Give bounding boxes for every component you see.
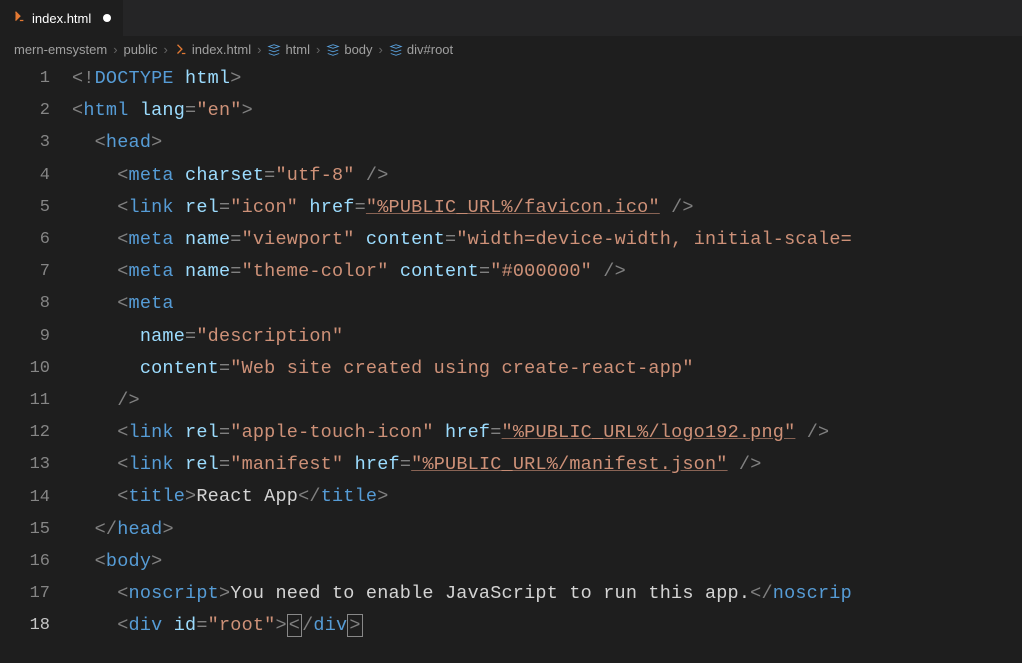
tab-bar: index.html xyxy=(0,0,1022,36)
code-line[interactable]: <link rel="apple-touch-icon" href="%PUBL… xyxy=(72,417,1022,449)
chevron-right-icon: › xyxy=(379,42,383,57)
chevron-right-icon: › xyxy=(113,42,117,57)
line-number: 3 xyxy=(0,127,50,159)
code-line[interactable]: name="description" xyxy=(72,321,1022,353)
line-number: 9 xyxy=(0,321,50,353)
code-line[interactable]: <meta name="viewport" content="width=dev… xyxy=(72,224,1022,256)
breadcrumb-item[interactable]: index.html xyxy=(174,42,251,57)
chevron-right-icon: › xyxy=(316,42,320,57)
breadcrumb-label: index.html xyxy=(192,42,251,57)
line-number: 2 xyxy=(0,95,50,127)
code-line[interactable]: <link rel="icon" href="%PUBLIC_URL%/favi… xyxy=(72,192,1022,224)
symbol-icon xyxy=(326,43,340,57)
code-line[interactable]: /> xyxy=(72,385,1022,417)
symbol-icon xyxy=(389,43,403,57)
breadcrumb-label: div#root xyxy=(407,42,453,57)
line-number: 7 xyxy=(0,256,50,288)
code-line[interactable]: <meta xyxy=(72,288,1022,320)
line-number: 5 xyxy=(0,192,50,224)
tab-label: index.html xyxy=(32,11,91,26)
breadcrumb: mern-emsystem › public › index.html › ht… xyxy=(0,36,1022,63)
line-number-gutter: 123456789101112131415161718 xyxy=(0,63,72,660)
code-line[interactable]: <body> xyxy=(72,546,1022,578)
code-line[interactable]: <html lang="en"> xyxy=(72,95,1022,127)
code-line[interactable]: </head> xyxy=(72,514,1022,546)
line-number: 10 xyxy=(0,353,50,385)
code-line[interactable]: content="Web site created using create-r… xyxy=(72,353,1022,385)
line-number: 14 xyxy=(0,482,50,514)
breadcrumb-item[interactable]: body xyxy=(326,42,372,57)
line-number: 6 xyxy=(0,224,50,256)
line-number: 8 xyxy=(0,288,50,320)
breadcrumb-label: public xyxy=(124,42,158,57)
line-number: 12 xyxy=(0,417,50,449)
breadcrumb-item[interactable]: mern-emsystem xyxy=(14,42,107,57)
line-number: 1 xyxy=(0,63,50,95)
symbol-icon xyxy=(267,43,281,57)
line-number: 11 xyxy=(0,385,50,417)
code-editor[interactable]: 123456789101112131415161718 <!DOCTYPE ht… xyxy=(0,63,1022,660)
code-line[interactable]: <head> xyxy=(72,127,1022,159)
breadcrumb-item[interactable]: html xyxy=(267,42,310,57)
code-line[interactable]: <!DOCTYPE html> xyxy=(72,63,1022,95)
dirty-indicator-icon xyxy=(103,14,111,22)
code-line[interactable]: <meta charset="utf-8" /> xyxy=(72,160,1022,192)
code-line[interactable]: <link rel="manifest" href="%PUBLIC_URL%/… xyxy=(72,449,1022,481)
breadcrumb-label: body xyxy=(344,42,372,57)
chevron-right-icon: › xyxy=(257,42,261,57)
line-number: 15 xyxy=(0,514,50,546)
code-line[interactable]: <noscript>You need to enable JavaScript … xyxy=(72,578,1022,610)
breadcrumb-label: mern-emsystem xyxy=(14,42,107,57)
line-number: 17 xyxy=(0,578,50,610)
code-line[interactable]: <meta name="theme-color" content="#00000… xyxy=(72,256,1022,288)
tab-index-html[interactable]: index.html xyxy=(0,0,124,36)
code-content[interactable]: <!DOCTYPE html><html lang="en"> <head> <… xyxy=(72,63,1022,660)
line-number: 13 xyxy=(0,449,50,481)
code-line[interactable]: <div id="root"></div> xyxy=(72,610,1022,642)
chevron-right-icon: › xyxy=(164,42,168,57)
file-html-icon xyxy=(12,10,26,27)
breadcrumb-item[interactable]: public xyxy=(124,42,158,57)
code-line[interactable]: <title>React App</title> xyxy=(72,481,1022,513)
line-number: 18 xyxy=(0,610,50,642)
breadcrumb-label: html xyxy=(285,42,310,57)
line-number: 16 xyxy=(0,546,50,578)
breadcrumb-item[interactable]: div#root xyxy=(389,42,453,57)
line-number: 4 xyxy=(0,160,50,192)
file-html-icon xyxy=(174,43,188,57)
